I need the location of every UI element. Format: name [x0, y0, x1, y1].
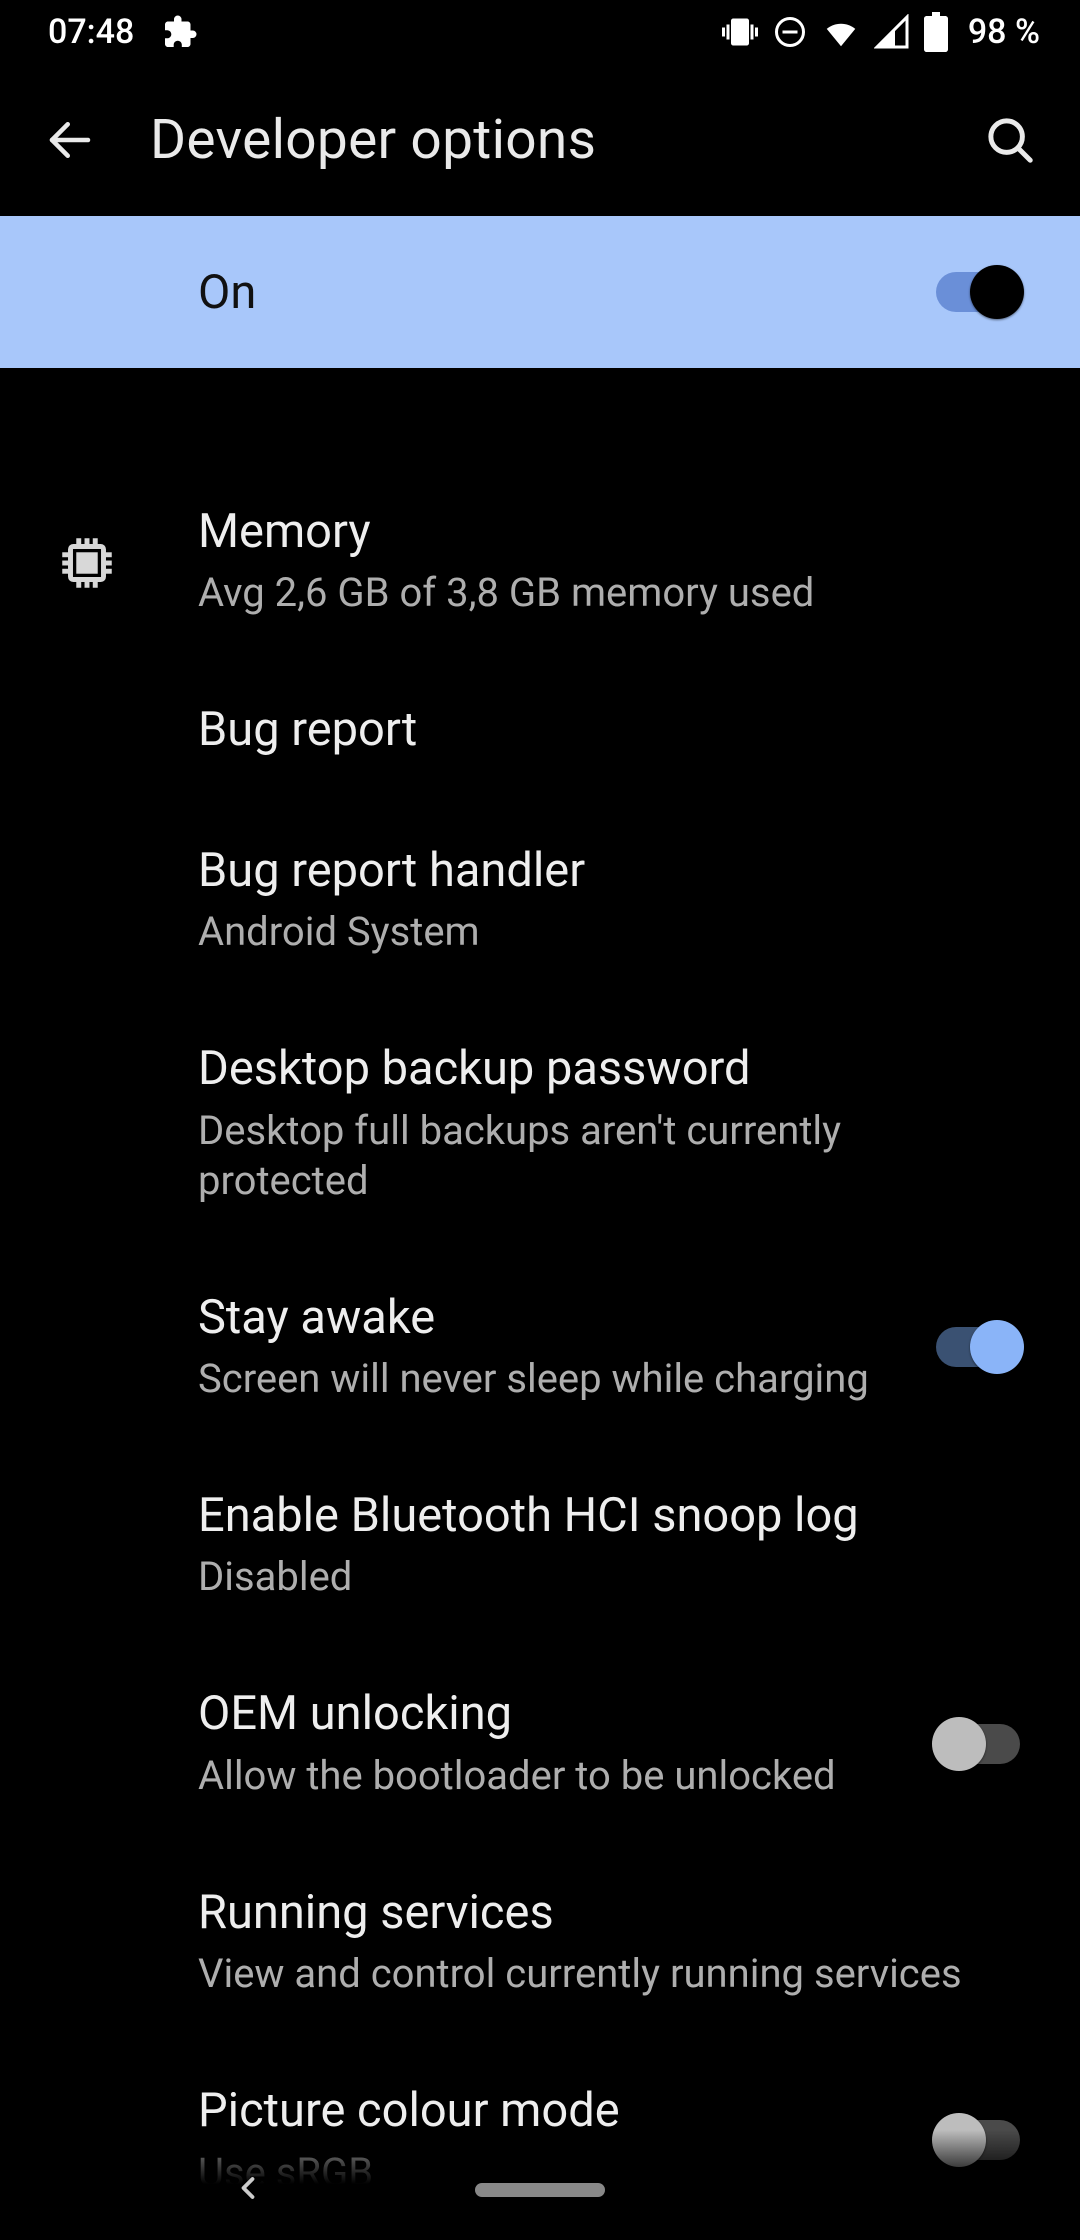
settings-list: Memory Avg 2,6 GB of 3,8 GB memory used … — [0, 368, 1080, 2240]
setting-title: Running services — [198, 1885, 996, 1941]
nav-home-pill[interactable] — [475, 2183, 605, 2197]
setting-oem-unlocking[interactable]: OEM unlocking Allow the bootloader to be… — [0, 1644, 1080, 1842]
search-button[interactable] — [980, 110, 1040, 170]
master-toggle-label: On — [198, 265, 256, 320]
setting-title: Bug report handler — [198, 843, 996, 899]
status-battery-percent: 98 % — [968, 12, 1040, 52]
setting-title: Picture colour mode — [198, 2083, 912, 2139]
back-button[interactable] — [40, 110, 100, 170]
setting-subtitle: Desktop full backups aren't currently pr… — [198, 1106, 996, 1206]
chevron-left-icon — [230, 2170, 266, 2206]
setting-title: Memory — [198, 504, 996, 560]
stay-awake-switch[interactable] — [936, 1327, 1020, 1367]
memory-icon — [54, 530, 120, 596]
picture-colour-mode-switch[interactable] — [936, 2120, 1020, 2160]
extension-icon — [162, 14, 198, 50]
setting-subtitle: Android System — [198, 907, 996, 957]
setting-title: Enable Bluetooth HCI snoop log — [198, 1488, 996, 1544]
arrow-back-icon — [43, 113, 97, 167]
setting-stay-awake[interactable]: Stay awake Screen will never sleep while… — [0, 1248, 1080, 1446]
search-icon — [983, 113, 1037, 167]
battery-icon — [924, 12, 948, 52]
setting-subtitle: Avg 2,6 GB of 3,8 GB memory used — [198, 568, 996, 618]
status-bar: 07:48 98 % — [0, 0, 1080, 64]
setting-title: OEM unlocking — [198, 1686, 912, 1742]
app-bar: Developer options — [0, 64, 1080, 216]
setting-title: Bug report — [198, 702, 996, 758]
setting-subtitle: Screen will never sleep while charging — [198, 1354, 912, 1404]
cell-signal-icon — [874, 14, 910, 50]
vibrate-icon — [722, 14, 758, 50]
master-toggle-banner[interactable]: On — [0, 216, 1080, 368]
setting-title: Stay awake — [198, 1290, 912, 1346]
oem-unlocking-switch[interactable] — [936, 1724, 1020, 1764]
nav-back-button[interactable] — [230, 2170, 266, 2210]
wifi-icon — [822, 13, 860, 51]
setting-bluetooth-hci-snoop[interactable]: Enable Bluetooth HCI snoop log Disabled — [0, 1446, 1080, 1644]
setting-running-services[interactable]: Running services View and control curren… — [0, 1843, 1080, 2041]
do-not-disturb-icon — [772, 14, 808, 50]
master-toggle-switch[interactable] — [936, 272, 1020, 312]
navigation-bar — [0, 2160, 1080, 2220]
setting-subtitle: Allow the bootloader to be unlocked — [198, 1751, 912, 1801]
setting-desktop-backup-password[interactable]: Desktop backup password Desktop full bac… — [0, 999, 1080, 1247]
setting-title: Desktop backup password — [198, 1041, 996, 1097]
setting-subtitle: View and control currently running servi… — [198, 1949, 996, 1999]
setting-memory[interactable]: Memory Avg 2,6 GB of 3,8 GB memory used — [0, 462, 1080, 660]
status-time: 07:48 — [48, 12, 134, 52]
page-title: Developer options — [150, 108, 596, 172]
setting-bug-report-handler[interactable]: Bug report handler Android System — [0, 801, 1080, 999]
setting-subtitle: Disabled — [198, 1552, 996, 1602]
setting-bug-report[interactable]: Bug report — [0, 660, 1080, 800]
